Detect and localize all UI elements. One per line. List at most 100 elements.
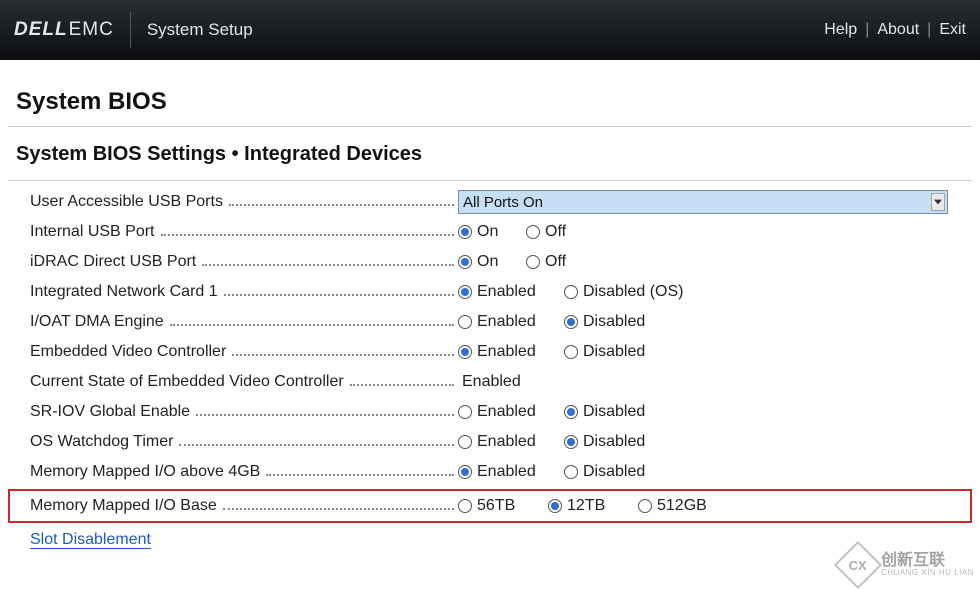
radio-label: Disabled	[583, 343, 645, 361]
radio-icon	[564, 435, 578, 449]
radio-label: Disabled	[583, 463, 645, 481]
mmio4gb-radio-disabled[interactable]: Disabled	[564, 463, 664, 481]
radio-icon	[526, 255, 540, 269]
radio-label: On	[477, 253, 498, 271]
dots-leader	[223, 500, 454, 510]
radio-icon	[458, 435, 472, 449]
dots-leader	[350, 376, 454, 386]
mmio-base-radio-512gb[interactable]: 512GB	[638, 497, 728, 515]
embedded-video-radio-enabled[interactable]: Enabled	[458, 343, 564, 361]
sriov-radio-enabled[interactable]: Enabled	[458, 403, 564, 421]
ioat-radio-enabled[interactable]: Enabled	[458, 313, 564, 331]
dots-leader	[224, 286, 454, 296]
radio-icon	[458, 315, 472, 329]
watchdog-radio-enabled[interactable]: Enabled	[458, 433, 564, 451]
radio-icon	[458, 345, 472, 359]
setting-label-text: Integrated Network Card 1	[30, 283, 218, 301]
radio-label: Enabled	[477, 313, 536, 331]
watchdog-radio-disabled[interactable]: Disabled	[564, 433, 664, 451]
radio-icon	[564, 465, 578, 479]
internal-usb-radio-off[interactable]: Off	[526, 223, 586, 241]
dots-leader	[202, 256, 454, 266]
setting-label: Integrated Network Card 1	[30, 283, 458, 301]
usb-ports-select[interactable]: All Ports On	[458, 190, 948, 214]
radio-icon	[526, 225, 540, 239]
watermark-cn: 创新互联	[881, 553, 974, 569]
radio-label: Enabled	[477, 433, 536, 451]
dots-leader	[266, 466, 454, 476]
app-title: System Setup	[147, 20, 253, 40]
setting-label-text: Memory Mapped I/O Base	[30, 497, 217, 515]
slot-disablement-link[interactable]: Slot Disablement	[30, 531, 151, 549]
mmio-base-radio-12tb[interactable]: 12TB	[548, 497, 638, 515]
nic1-radio-disabled-os-[interactable]: Disabled (OS)	[564, 283, 704, 301]
radio-label: Enabled	[477, 403, 536, 421]
separator	[130, 12, 131, 48]
brand-dell: DELL	[14, 19, 68, 41]
radio-icon	[458, 465, 472, 479]
setting-row-embedded-video: Embedded Video ControllerEnabled Disabled	[8, 337, 972, 367]
setting-value: 56TB 12TB 512GB	[458, 497, 728, 515]
setting-label: Internal USB Port	[30, 223, 458, 241]
setting-row-sriov: SR-IOV Global Enable Enabled Disabled	[8, 397, 972, 427]
radio-icon	[638, 499, 652, 513]
setting-row-internal-usb: Internal USB PortOn Off	[8, 217, 972, 247]
mmio-base-radio-56tb[interactable]: 56TB	[458, 497, 548, 515]
idrac-usb-radio-off[interactable]: Off	[526, 253, 586, 271]
internal-usb-radio-on[interactable]: On	[458, 223, 526, 241]
setting-label-text: OS Watchdog Timer	[30, 433, 173, 451]
setting-label: I/OAT DMA Engine	[30, 313, 458, 331]
dots-leader	[229, 196, 454, 206]
radio-label: Off	[545, 223, 566, 241]
setting-value: Enabled Disabled	[458, 343, 664, 361]
setting-value: Enabled	[458, 373, 521, 391]
chevron-down-icon[interactable]	[931, 193, 945, 211]
help-link[interactable]: Help	[824, 21, 857, 39]
setting-label: User Accessible USB Ports	[30, 193, 458, 211]
page: System BIOS System BIOS Settings • Integ…	[8, 80, 972, 549]
setting-row-ioat: I/OAT DMA Engine Enabled Disabled	[8, 307, 972, 337]
dots-leader	[179, 436, 454, 446]
setting-value: EnabledDisabled (OS)	[458, 283, 704, 301]
radio-icon	[564, 285, 578, 299]
embedded-video-radio-disabled[interactable]: Disabled	[564, 343, 664, 361]
setting-value: All Ports On	[458, 190, 948, 214]
dots-leader	[170, 316, 454, 326]
dots-leader	[232, 346, 454, 356]
separator: |	[865, 21, 869, 39]
setting-label: Embedded Video Controller	[30, 343, 458, 361]
brand-emc: EMC	[69, 19, 114, 41]
top-links: Help | About | Exit	[824, 21, 966, 39]
setting-label: OS Watchdog Timer	[30, 433, 458, 451]
radio-label: 56TB	[477, 497, 515, 515]
setting-row-video-state: Current State of Embedded Video Controll…	[8, 367, 972, 397]
watermark-en: CHUANG XIN HU LIAN	[881, 569, 974, 577]
mmio4gb-radio-enabled[interactable]: Enabled	[458, 463, 564, 481]
radio-label: Enabled	[477, 463, 536, 481]
setting-label: Memory Mapped I/O above 4GB	[30, 463, 458, 481]
about-link[interactable]: About	[877, 21, 919, 39]
radio-icon	[458, 499, 472, 513]
static-value: Enabled	[458, 373, 521, 391]
exit-link[interactable]: Exit	[939, 21, 966, 39]
radio-icon	[548, 499, 562, 513]
radio-icon	[564, 345, 578, 359]
setting-value: On Off	[458, 253, 586, 271]
setting-label-text: Memory Mapped I/O above 4GB	[30, 463, 260, 481]
dots-leader	[196, 406, 454, 416]
setting-label-text: SR-IOV Global Enable	[30, 403, 190, 421]
radio-icon	[458, 225, 472, 239]
select-value: All Ports On	[463, 194, 543, 211]
setting-value: Enabled Disabled	[458, 463, 664, 481]
topbar: DELLEMC System Setup Help | About | Exit	[0, 0, 980, 60]
radio-label: 512GB	[657, 497, 707, 515]
setting-value: Enabled Disabled	[458, 313, 664, 331]
ioat-radio-disabled[interactable]: Disabled	[564, 313, 664, 331]
idrac-usb-radio-on[interactable]: On	[458, 253, 526, 271]
nic1-radio-enabled[interactable]: Enabled	[458, 283, 564, 301]
settings-list: User Accessible USB Ports All Ports On Int…	[8, 181, 972, 523]
setting-row-usb-ports: User Accessible USB Ports All Ports On	[8, 187, 972, 217]
setting-row-mmio-base: Memory Mapped I/O Base 56TB 12TB 512GB	[8, 489, 972, 523]
setting-label-text: I/OAT DMA Engine	[30, 313, 164, 331]
sriov-radio-disabled[interactable]: Disabled	[564, 403, 664, 421]
